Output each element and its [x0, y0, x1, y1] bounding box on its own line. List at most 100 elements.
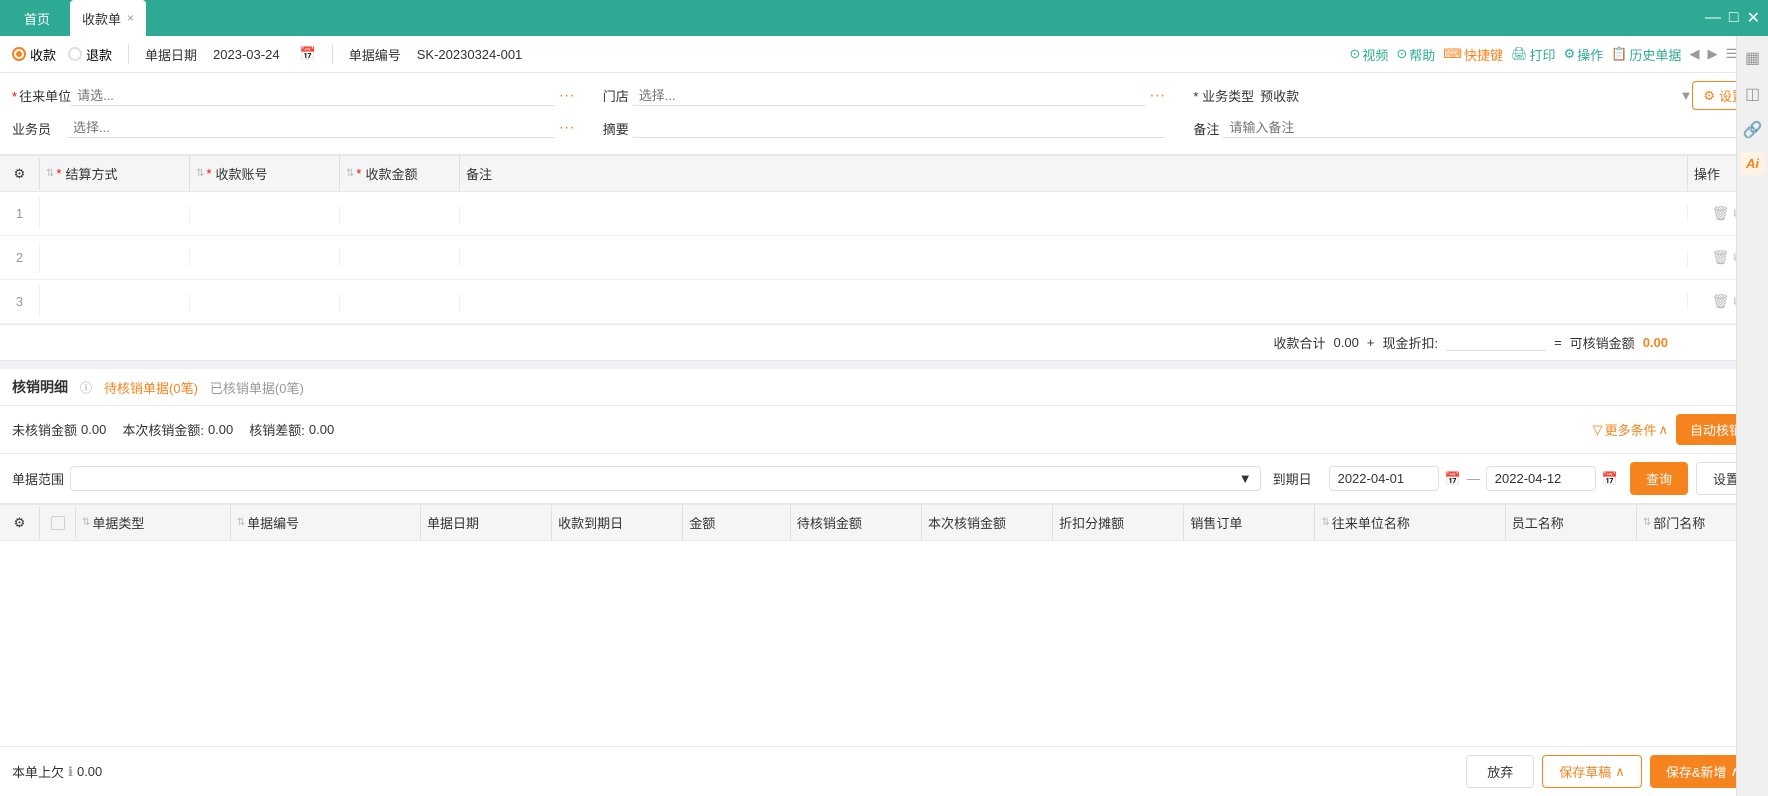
table-row: 1 🗑 ⧉ [0, 192, 1768, 236]
th-settings[interactable]: ⚙ [0, 158, 40, 190]
row-2-num: 2 [0, 242, 40, 273]
tab-home[interactable]: 首页 [8, 0, 66, 36]
partner-more-btn[interactable]: ··· [559, 87, 575, 105]
row-3-shoukuan[interactable] [190, 294, 340, 310]
verify-header: 核销明细 ⓘ 待核销单据(0笔) 已核销单据(0笔) [0, 369, 1768, 406]
remark-input[interactable] [1223, 118, 1756, 138]
total-value: 0.00 [1334, 335, 1359, 350]
tab-done[interactable]: 已核销单据(0笔) [210, 378, 304, 397]
header-checkbox [51, 516, 65, 530]
row-3-jiesuan[interactable] [40, 294, 190, 310]
query-button[interactable]: 查询 [1630, 462, 1688, 495]
tab-bar: 首页 收款单 × — □ ✕ [0, 0, 1768, 36]
sidebar-link-icon[interactable]: 🔗 [1739, 116, 1767, 144]
filter-date2-input[interactable] [1486, 466, 1596, 491]
vth-pending: 待核销金额 [791, 505, 922, 540]
tab-pending[interactable]: 待核销单据(0笔) [104, 378, 198, 397]
biz-type-chevron[interactable]: ▼ [1679, 88, 1692, 103]
video-link[interactable]: ⊙ 视频 [1349, 45, 1388, 64]
row-3-delete-icon[interactable]: 🗑 [1712, 293, 1730, 310]
nav-next-icon[interactable]: ▶ [1707, 46, 1717, 62]
filter-date2-cal-icon[interactable]: 📅 [1602, 471, 1618, 487]
available-label: 可核销金额 [1570, 333, 1635, 352]
stat-this-label: 本次核销金额: [122, 420, 204, 439]
save-draft-button[interactable]: 保存草稿 ∧ [1542, 755, 1642, 788]
radio-shoukuan[interactable]: 收款 [12, 45, 56, 64]
sidebar-table-icon[interactable]: ◫ [1741, 80, 1764, 108]
summary-label: 摘要 [603, 119, 633, 138]
filter-date-range: 到期日 📅 — 📅 [1273, 466, 1618, 491]
partner-field: 往来单位 ··· [12, 86, 575, 106]
history-link[interactable]: 📋 历史单据 [1611, 45, 1681, 64]
row-2-jiesuan[interactable] [40, 250, 190, 266]
bottom-stat: 本单上欠 ℹ 0.00 [12, 762, 102, 781]
filter-more-btn[interactable]: ▽ 更多条件 ∧ [1592, 420, 1668, 439]
row-2-delete-icon[interactable]: 🗑 [1712, 249, 1730, 266]
table-wrapper: ⚙ ⇅ * 结算方式 ⇅ * 收款账号 ⇅ * 收款金额 备注 操作 [0, 155, 1768, 325]
abandon-button[interactable]: 放弃 [1466, 755, 1534, 788]
window-close-icon[interactable]: ✕ [1747, 8, 1760, 28]
tab-bar-right: — □ ✕ [1705, 8, 1760, 28]
form-row-1: 往来单位 ··· 门店 ··· * 业务类型 预收款 ▼ ⚙ 设置 [12, 81, 1756, 110]
vth-settings[interactable]: ⚙ [0, 507, 40, 539]
window-minimize-icon[interactable]: — [1705, 9, 1721, 27]
filter-range-select[interactable]: ▼ [70, 466, 1261, 491]
form-area: 往来单位 ··· 门店 ··· * 业务类型 预收款 ▼ ⚙ 设置 [0, 73, 1768, 155]
row-1-jiesuan[interactable] [40, 206, 190, 222]
date-label: 单据日期 [145, 45, 197, 64]
verify-title: 核销明细 [12, 377, 68, 397]
discount-label: 现金折扣: [1382, 333, 1438, 352]
vth-checkbox[interactable] [40, 508, 76, 538]
verify-info-icon[interactable]: ⓘ [80, 379, 92, 396]
th-beizhu: 备注 [460, 156, 1688, 191]
store-input[interactable] [633, 86, 1146, 106]
tab-close-icon[interactable]: × [127, 11, 134, 25]
table-header: ⚙ ⇅ * 结算方式 ⇅ * 收款账号 ⇅ * 收款金额 备注 操作 [0, 155, 1768, 192]
radio-tuidan[interactable]: 退款 [68, 45, 112, 64]
vth-staff: 员工名称 [1506, 505, 1637, 540]
sidebar-ai-icon[interactable]: Ai [1740, 152, 1765, 175]
total-label: 收款合计 [1274, 333, 1326, 352]
calendar-icon[interactable]: 📅 [300, 46, 316, 62]
bottom-stat-info-icon[interactable]: ℹ [68, 764, 73, 780]
shortcut-link[interactable]: ⌨ 快捷键 [1443, 45, 1503, 64]
row-1-shoukuan[interactable] [190, 206, 340, 222]
filter-date1-cal-icon[interactable]: 📅 [1445, 471, 1461, 487]
row-2-jine[interactable] [340, 250, 460, 266]
summary-field: 摘要 [603, 118, 1166, 138]
vth-partner: ⇅ 往来单位名称 [1315, 505, 1505, 540]
row-1-jine[interactable] [340, 206, 460, 222]
vth-amount: 金额 [683, 505, 791, 540]
nav-prev-icon[interactable]: ◀ [1689, 46, 1699, 62]
help-link[interactable]: ⊙ 帮助 [1396, 45, 1435, 64]
row-2-beizhu[interactable] [460, 250, 1688, 266]
save-draft-chevron: ∧ [1615, 764, 1625, 780]
date-value: 2023-03-24 [213, 47, 280, 62]
stat-this: 本次核销金额: 0.00 [122, 420, 233, 439]
gear-icon: ⚙ [1703, 88, 1715, 104]
discount-input[interactable] [1446, 335, 1546, 351]
vth-duedate: 收款到期日 [552, 505, 683, 540]
row-1-beizhu[interactable] [460, 206, 1688, 222]
row-3-jine[interactable] [340, 294, 460, 310]
summary-input[interactable] [633, 118, 1166, 138]
window-maximize-icon[interactable]: □ [1729, 9, 1739, 27]
sidebar-grid-icon[interactable]: ▦ [1741, 44, 1764, 72]
available-value: 0.00 [1643, 335, 1668, 350]
tab-home-label: 首页 [24, 9, 50, 28]
staff-input[interactable] [67, 118, 555, 138]
filter-date1-input[interactable] [1329, 466, 1439, 491]
ops-link[interactable]: ⚙ 操作 [1564, 45, 1604, 64]
number-value: SK-20230324-001 [417, 47, 523, 62]
radio-shoukuan-label: 收款 [30, 45, 56, 64]
print-link[interactable]: 🖨 打印 [1511, 45, 1556, 64]
row-1-delete-icon[interactable]: 🗑 [1712, 205, 1730, 222]
staff-more-btn[interactable]: ··· [559, 119, 575, 137]
store-more-btn[interactable]: ··· [1149, 87, 1165, 105]
tab-active[interactable]: 收款单 × [70, 0, 146, 36]
divider-1 [128, 44, 129, 64]
row-2-shoukuan[interactable] [190, 250, 340, 266]
th-jiesuan: ⇅ * 结算方式 [40, 156, 190, 191]
partner-input[interactable] [71, 86, 555, 106]
row-3-beizhu[interactable] [460, 294, 1688, 310]
